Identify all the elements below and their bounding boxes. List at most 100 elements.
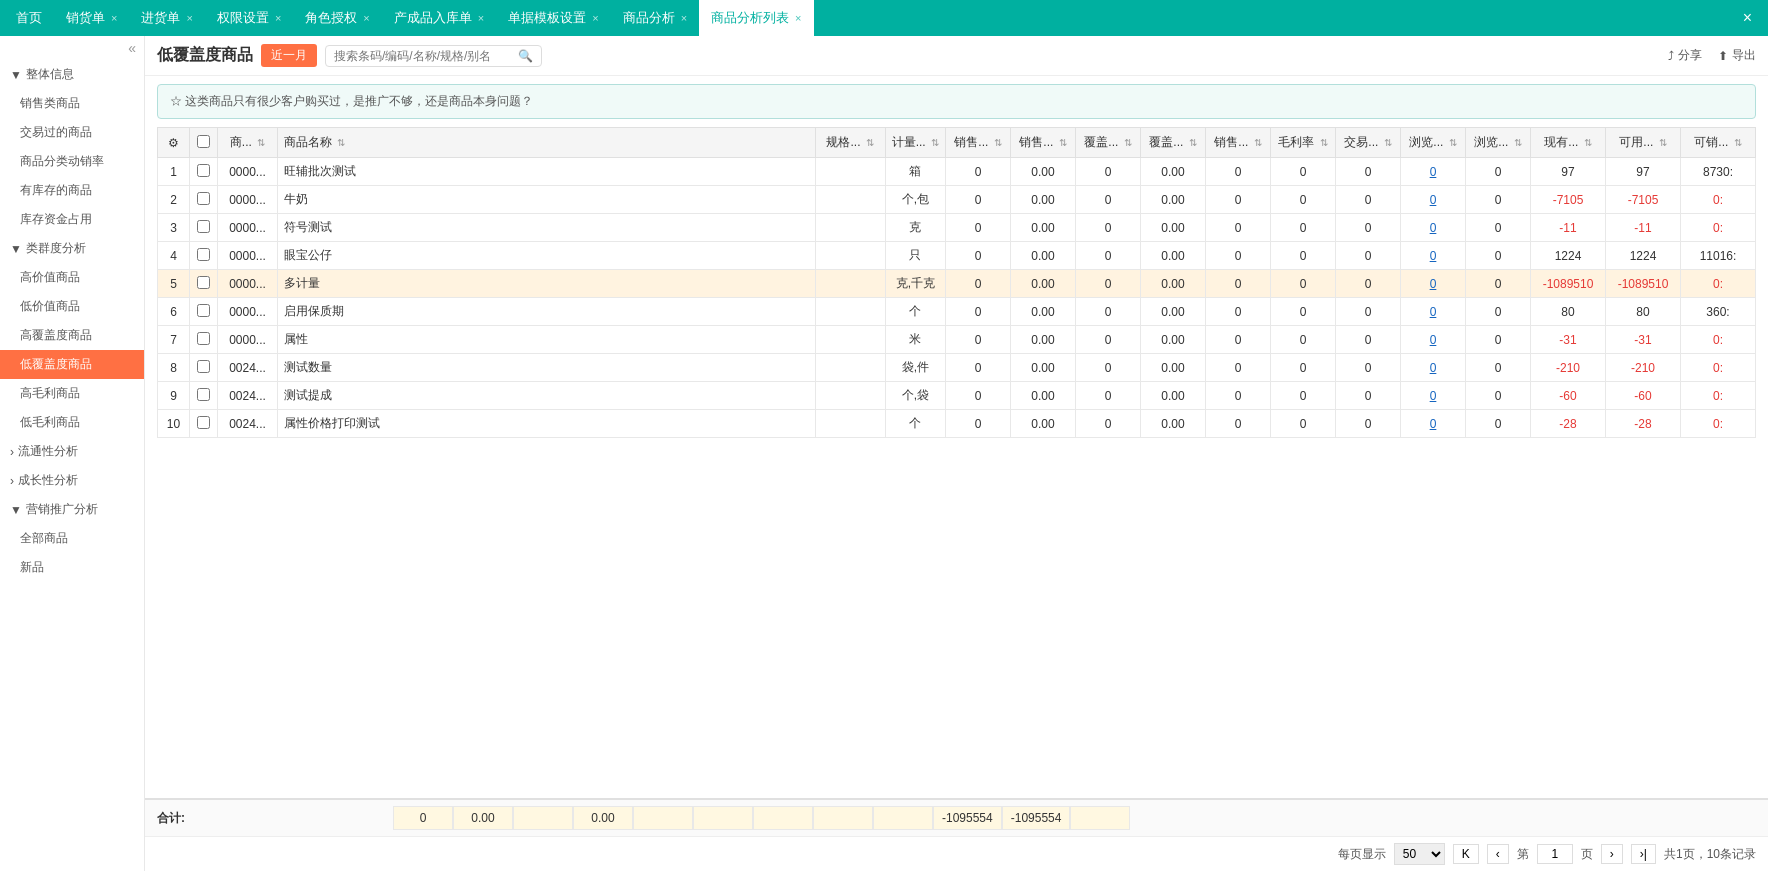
row-sales3: 0 (1206, 410, 1271, 438)
nav-close-permission[interactable]: × (275, 0, 281, 36)
col-gear[interactable]: ⚙ (158, 128, 190, 158)
row-code: 0000... (218, 298, 278, 326)
sidebar-item-all-goods[interactable]: 全部商品 (0, 524, 144, 553)
row-gross: 0 (1271, 326, 1336, 354)
sidebar-section-growth[interactable]: › 成长性分析 (0, 466, 144, 495)
row-checkbox[interactable] (197, 164, 210, 177)
row-checkbox[interactable] (197, 248, 210, 261)
row-sales3: 0 (1206, 158, 1271, 186)
row-num: 5 (158, 270, 190, 298)
row-cover1: 0 (1076, 298, 1141, 326)
per-page-select[interactable]: 50 20 100 (1394, 843, 1445, 865)
row-checkbox[interactable] (197, 388, 210, 401)
first-page-btn[interactable]: K (1453, 844, 1479, 864)
row-sales-qty: 0 (946, 410, 1011, 438)
nav-template[interactable]: 单据模板设置 × (496, 0, 610, 36)
row-checkbox[interactable] (197, 360, 210, 373)
sidebar-item-low-margin[interactable]: 低毛利商品 (0, 408, 144, 437)
sidebar-item-capital[interactable]: 库存资金占用 (0, 205, 144, 234)
sidebar-item-sales-goods[interactable]: 销售类商品 (0, 89, 144, 118)
row-sales-amt: 0.00 (1011, 410, 1076, 438)
nav-close-goods-analysis-list[interactable]: × (795, 0, 801, 36)
browse1-link[interactable]: 0 (1430, 249, 1437, 263)
nav-close-role[interactable]: × (363, 0, 369, 36)
sidebar-item-new-goods[interactable]: 新品 (0, 553, 144, 582)
search-icon[interactable]: 🔍 (518, 49, 533, 63)
sidebar-section-category[interactable]: ▼ 类群度分析 (0, 234, 144, 263)
export-button[interactable]: ⬆ 导出 (1718, 47, 1756, 64)
browse1-link[interactable]: 0 (1430, 417, 1437, 431)
nav-close-goods-analysis[interactable]: × (681, 0, 687, 36)
row-checkbox[interactable] (197, 276, 210, 289)
sidebar-item-high-value[interactable]: 高价值商品 (0, 263, 144, 292)
row-checkbox[interactable] (197, 220, 210, 233)
browse1-link[interactable]: 0 (1430, 221, 1437, 235)
sidebar-item-high-coverage[interactable]: 高覆盖度商品 (0, 321, 144, 350)
sidebar-item-in-stock[interactable]: 有库存的商品 (0, 176, 144, 205)
row-name: 启用保质期 (278, 298, 816, 326)
nav-sales[interactable]: 销货单 × (54, 0, 129, 36)
nav-permission[interactable]: 权限设置 × (205, 0, 293, 36)
row-checkbox[interactable] (197, 332, 210, 345)
window-close-btn[interactable]: × (1731, 9, 1764, 27)
row-code: 0000... (218, 270, 278, 298)
sidebar-item-high-margin[interactable]: 高毛利商品 (0, 379, 144, 408)
sidebar-collapse-btn[interactable]: « (0, 36, 144, 60)
browse1-link[interactable]: 0 (1430, 389, 1437, 403)
prev-page-btn[interactable]: ‹ (1487, 844, 1509, 864)
sidebar-section-flow[interactable]: › 流通性分析 (0, 437, 144, 466)
browse1-link[interactable]: 0 (1430, 277, 1437, 291)
period-button[interactable]: 近一月 (261, 44, 317, 67)
share-button[interactable]: ⤴ 分享 (1668, 47, 1702, 64)
row-checkbox[interactable] (197, 416, 210, 429)
row-current: -28 (1531, 410, 1606, 438)
col-check-header[interactable] (190, 128, 218, 158)
per-page-label: 每页显示 (1338, 846, 1386, 863)
nav-product-stock[interactable]: 产成品入库单 × (382, 0, 496, 36)
sidebar-item-low-value[interactable]: 低价值商品 (0, 292, 144, 321)
row-unit: 克 (885, 214, 945, 242)
row-checkbox[interactable] (197, 304, 210, 317)
nav-close-purchase[interactable]: × (186, 0, 192, 36)
row-browse1: 0 (1401, 382, 1466, 410)
nav-close-product-stock[interactable]: × (478, 0, 484, 36)
footer-sales-amt: 0.00 (453, 806, 513, 830)
row-sales-amt: 0.00 (1011, 186, 1076, 214)
nav-home[interactable]: 首页 (4, 0, 54, 36)
browse1-link[interactable]: 0 (1430, 333, 1437, 347)
sidebar-item-traded-goods[interactable]: 交易过的商品 (0, 118, 144, 147)
nav-close-sales[interactable]: × (111, 0, 117, 36)
browse1-link[interactable]: 0 (1430, 165, 1437, 179)
next-page-btn[interactable]: › (1601, 844, 1623, 864)
table-row: 10000...旺辅批次测试箱00.0000.000000097978730: (158, 158, 1756, 186)
nav-goods-analysis[interactable]: 商品分析 × (611, 0, 699, 36)
row-gross: 0 (1271, 410, 1336, 438)
row-checkbox[interactable] (197, 192, 210, 205)
row-sales-qty: 0 (946, 326, 1011, 354)
browse1-link[interactable]: 0 (1430, 305, 1437, 319)
browse1-link[interactable]: 0 (1430, 193, 1437, 207)
table-row: 20000...牛奶个,包00.0000.0000000-7105-71050: (158, 186, 1756, 214)
row-browse2: 0 (1466, 242, 1531, 270)
nav-purchase[interactable]: 进货单 × (129, 0, 204, 36)
row-trade: 0 (1336, 410, 1401, 438)
row-name: 旺辅批次测试 (278, 158, 816, 186)
nav-goods-analysis-list[interactable]: 商品分析列表 × (699, 0, 813, 36)
nav-role[interactable]: 角色授权 × (293, 0, 381, 36)
row-sales-qty: 0 (946, 354, 1011, 382)
row-num: 7 (158, 326, 190, 354)
sidebar-section-marketing[interactable]: ▼ 营销推广分析 (0, 495, 144, 524)
browse1-link[interactable]: 0 (1430, 361, 1437, 375)
row-saleable: 0: (1681, 382, 1756, 410)
sidebar-item-low-coverage[interactable]: 低覆盖度商品 (0, 350, 144, 379)
sidebar-item-category-rate[interactable]: 商品分类动销率 (0, 147, 144, 176)
page-input[interactable] (1537, 844, 1573, 864)
select-all-checkbox[interactable] (197, 135, 210, 148)
last-page-btn[interactable]: ›| (1631, 844, 1656, 864)
search-input[interactable] (334, 49, 514, 63)
row-saleable: 11016: (1681, 242, 1756, 270)
nav-close-template[interactable]: × (592, 0, 598, 36)
row-browse1: 0 (1401, 186, 1466, 214)
sidebar-section-overall[interactable]: ▼ 整体信息 (0, 60, 144, 89)
row-sales3: 0 (1206, 186, 1271, 214)
